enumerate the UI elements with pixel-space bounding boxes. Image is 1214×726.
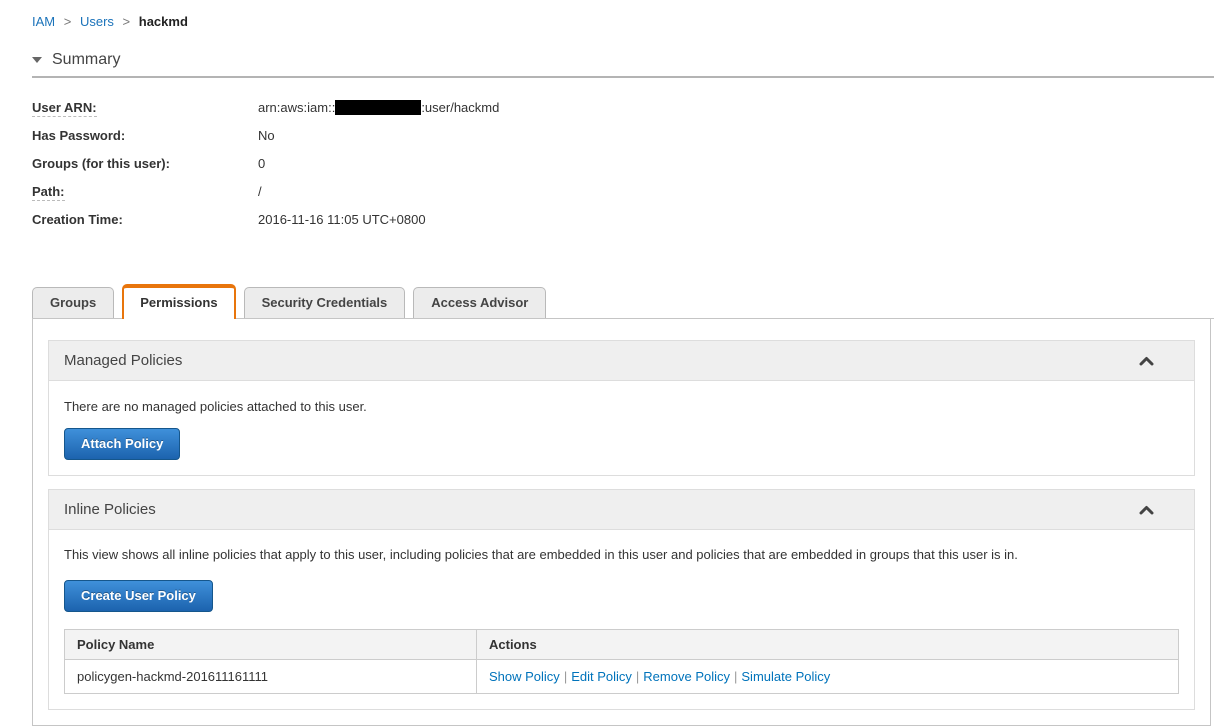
simulate-policy-link[interactable]: Simulate Policy <box>741 669 830 684</box>
user-arn-prefix: arn:aws:iam:: <box>258 99 336 115</box>
attach-policy-button[interactable]: Attach Policy <box>64 428 181 460</box>
path-label: Path: <box>32 183 65 201</box>
inline-policies-description: This view shows all inline policies that… <box>64 547 1018 562</box>
summary-header: Summary <box>32 51 1214 69</box>
redacted-account-id <box>335 99 422 115</box>
managed-policies-empty-text: There are no managed policies attached t… <box>64 399 367 414</box>
managed-policies-section: Managed Policies There are no managed po… <box>48 340 1195 476</box>
edit-policy-link[interactable]: Edit Policy <box>571 669 632 684</box>
chevron-up-icon[interactable] <box>1139 505 1154 515</box>
managed-policies-header: Managed Policies <box>49 341 1194 381</box>
groups-label: Groups (for this user): <box>32 155 170 171</box>
policy-actions-cell: Show Policy | Edit Policy | Remove Policy | Si… <box>476 659 1179 694</box>
collapse-triangle-icon[interactable] <box>32 57 42 63</box>
managed-policies-body: There are no managed policies attached t… <box>49 381 1194 475</box>
breadcrumb: IAM > Users > hackmd <box>32 14 1214 29</box>
column-header-actions: Actions <box>476 629 1179 660</box>
inline-policies-body: This view shows all inline policies that… <box>49 530 1194 709</box>
inline-policies-header: Inline Policies <box>49 490 1194 530</box>
breadcrumb-separator: > <box>122 14 131 29</box>
create-user-policy-button[interactable]: Create User Policy <box>64 580 213 612</box>
managed-policies-title: Managed Policies <box>64 352 183 369</box>
groups-value: 0 <box>258 155 266 171</box>
policy-name-cell: policygen-hackmd-201611161111 <box>64 659 477 694</box>
user-arn-value: arn:aws:iam:::user/hackmd <box>258 99 500 115</box>
tab-bar: Groups Permissions Security Credentials … <box>32 284 1214 319</box>
chevron-up-icon[interactable] <box>1139 356 1154 366</box>
summary-divider <box>32 76 1214 78</box>
summary-row-groups: Groups (for this user): 0 <box>32 149 1214 177</box>
column-header-policy-name: Policy Name <box>64 629 477 660</box>
user-arn-label: User ARN: <box>32 99 97 117</box>
breadcrumb-link-users[interactable]: Users <box>80 14 114 29</box>
tab-security-credentials[interactable]: Security Credentials <box>243 287 406 318</box>
summary-row-user-arn: User ARN: arn:aws:iam:::user/hackmd <box>32 93 1214 121</box>
remove-policy-link[interactable]: Remove Policy <box>643 669 730 684</box>
has-password-value: No <box>258 127 275 143</box>
show-policy-link[interactable]: Show Policy <box>489 669 560 684</box>
action-separator: | <box>635 669 640 684</box>
path-value: / <box>258 183 262 199</box>
breadcrumb-separator: > <box>63 14 72 29</box>
action-separator: | <box>734 669 738 684</box>
breadcrumb-current-user: hackmd <box>138 14 188 29</box>
action-separator: | <box>563 669 568 684</box>
inline-policies-title: Inline Policies <box>64 501 156 518</box>
tab-permissions[interactable]: Permissions <box>122 284 236 319</box>
has-password-label: Has Password: <box>32 127 126 143</box>
breadcrumb-link-iam[interactable]: IAM <box>32 14 55 29</box>
summary-row-has-password: Has Password: No <box>32 121 1214 149</box>
creation-time-value: 2016-11-16 11:05 UTC+0800 <box>258 211 426 227</box>
summary-row-creation-time: Creation Time: 2016-11-16 11:05 UTC+0800 <box>32 205 1214 233</box>
table-row: policygen-hackmd-201611161111 Show Polic… <box>64 659 1179 694</box>
summary-title: Summary <box>52 51 121 68</box>
creation-time-label: Creation Time: <box>32 211 123 227</box>
inline-policies-section: Inline Policies This view shows all inli… <box>48 489 1195 710</box>
summary-fields: User ARN: arn:aws:iam:::user/hackmd Has … <box>32 93 1214 233</box>
tab-access-advisor[interactable]: Access Advisor <box>413 287 547 318</box>
inline-policies-table: Policy Name Actions policygen-hackmd-201… <box>64 629 1179 694</box>
tab-groups[interactable]: Groups <box>32 287 115 318</box>
summary-row-path: Path: / <box>32 177 1214 205</box>
table-header-row: Policy Name Actions <box>64 629 1179 660</box>
permissions-tab-panel: Managed Policies There are no managed po… <box>32 319 1211 726</box>
user-arn-suffix: :user/hackmd <box>421 99 500 115</box>
